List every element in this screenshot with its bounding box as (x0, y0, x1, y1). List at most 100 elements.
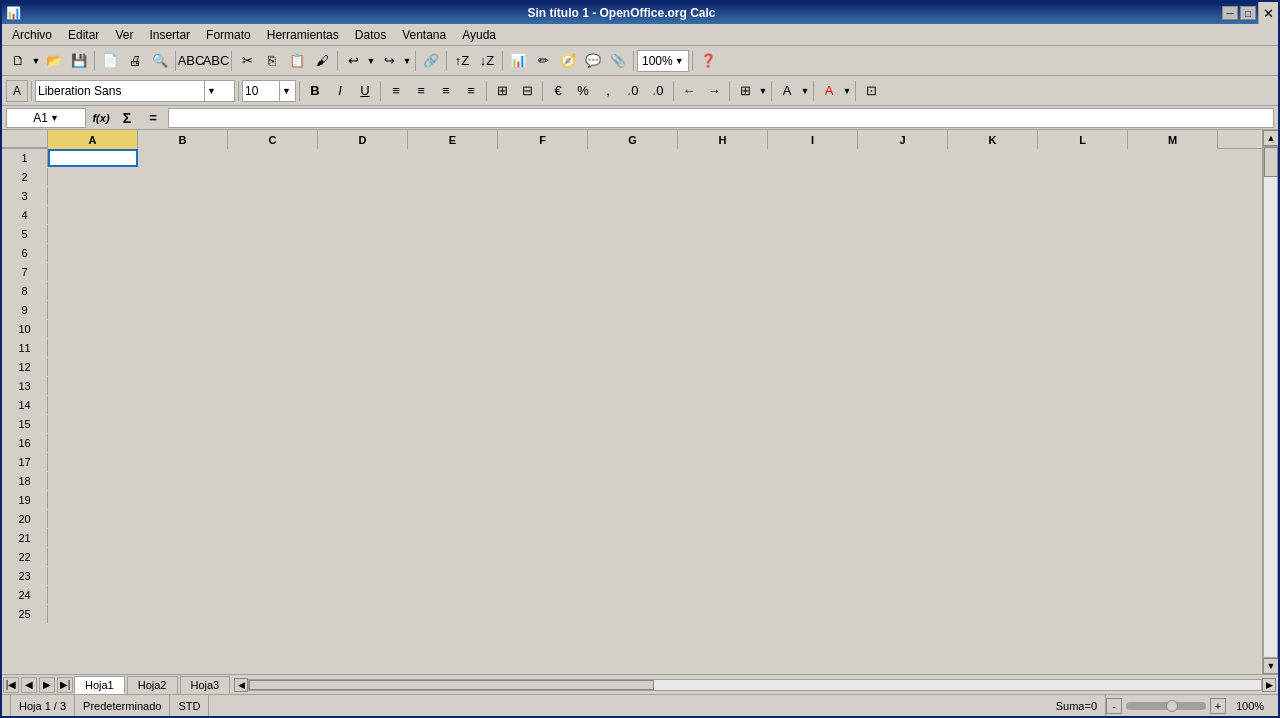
cell-F8[interactable] (498, 282, 588, 300)
cell-F15[interactable] (498, 415, 588, 433)
col-header-D[interactable]: D (318, 130, 408, 149)
cell-B23[interactable] (138, 567, 228, 585)
row-number-19[interactable]: 19 (2, 491, 48, 509)
pdf-button[interactable]: 📄 (98, 49, 122, 73)
cell-B19[interactable] (138, 491, 228, 509)
scroll-down-button[interactable]: ▼ (1263, 658, 1278, 674)
draw-button[interactable]: ✏ (531, 49, 555, 73)
cell-D24[interactable] (318, 586, 408, 604)
cell-L1[interactable] (1038, 149, 1128, 167)
align-right-button[interactable]: ≡ (434, 79, 458, 103)
cell-J6[interactable] (858, 244, 948, 262)
chart-button[interactable]: 📊 (506, 49, 530, 73)
zoom-in-button[interactable]: + (1210, 698, 1226, 714)
cell-C18[interactable] (228, 472, 318, 490)
cell-K1[interactable] (948, 149, 1038, 167)
cell-H19[interactable] (678, 491, 768, 509)
cell-C8[interactable] (228, 282, 318, 300)
cell-M12[interactable] (1128, 358, 1218, 376)
cell-M1[interactable] (1128, 149, 1218, 167)
cell-J23[interactable] (858, 567, 948, 585)
cell-B18[interactable] (138, 472, 228, 490)
cell-F24[interactable] (498, 586, 588, 604)
row-number-6[interactable]: 6 (2, 244, 48, 262)
cell-E1[interactable] (408, 149, 498, 167)
cell-F6[interactable] (498, 244, 588, 262)
cell-H25[interactable] (678, 605, 768, 623)
paste-button[interactable]: 📋 (285, 49, 309, 73)
cell-M24[interactable] (1128, 586, 1218, 604)
cell-E12[interactable] (408, 358, 498, 376)
copy-button[interactable]: ⎘ (260, 49, 284, 73)
more-button[interactable]: 📎 (606, 49, 630, 73)
cell-A3[interactable] (48, 187, 138, 205)
cell-A17[interactable] (48, 453, 138, 471)
note-button[interactable]: 💬 (581, 49, 605, 73)
justify-button[interactable]: ≡ (459, 79, 483, 103)
currency-button[interactable]: € (546, 79, 570, 103)
cell-J10[interactable] (858, 320, 948, 338)
cell-D19[interactable] (318, 491, 408, 509)
cell-G17[interactable] (588, 453, 678, 471)
cell-E3[interactable] (408, 187, 498, 205)
cell-K19[interactable] (948, 491, 1038, 509)
cell-L14[interactable] (1038, 396, 1128, 414)
thousands-button[interactable]: , (596, 79, 620, 103)
cell-K2[interactable] (948, 168, 1038, 186)
cell-C13[interactable] (228, 377, 318, 395)
row-number-22[interactable]: 22 (2, 548, 48, 566)
cell-E23[interactable] (408, 567, 498, 585)
cell-M6[interactable] (1128, 244, 1218, 262)
cell-B6[interactable] (138, 244, 228, 262)
align-left-button[interactable]: ≡ (384, 79, 408, 103)
cell-E2[interactable] (408, 168, 498, 186)
cell-K10[interactable] (948, 320, 1038, 338)
cell-G23[interactable] (588, 567, 678, 585)
autocorrect-button[interactable]: ABC (204, 49, 228, 73)
col-header-A[interactable]: A (48, 130, 138, 149)
cut-button[interactable]: ✂ (235, 49, 259, 73)
cell-F25[interactable] (498, 605, 588, 623)
cell-L22[interactable] (1038, 548, 1128, 566)
font-input[interactable] (36, 84, 204, 98)
cell-M5[interactable] (1128, 225, 1218, 243)
cell-K25[interactable] (948, 605, 1038, 623)
cell-G25[interactable] (588, 605, 678, 623)
cell-A19[interactable] (48, 491, 138, 509)
cell-F13[interactable] (498, 377, 588, 395)
size-input[interactable] (243, 84, 279, 98)
cell-L4[interactable] (1038, 206, 1128, 224)
zoom-out-button[interactable]: - (1106, 698, 1122, 714)
cell-G1[interactable] (588, 149, 678, 167)
cell-K13[interactable] (948, 377, 1038, 395)
cell-J21[interactable] (858, 529, 948, 547)
cell-H6[interactable] (678, 244, 768, 262)
cell-I6[interactable] (768, 244, 858, 262)
cell-I3[interactable] (768, 187, 858, 205)
cell-A4[interactable] (48, 206, 138, 224)
sheet-tab-hoja2[interactable]: Hoja2 (127, 676, 178, 694)
cell-C19[interactable] (228, 491, 318, 509)
cell-C5[interactable] (228, 225, 318, 243)
cell-K11[interactable] (948, 339, 1038, 357)
cell-C14[interactable] (228, 396, 318, 414)
menu-ventana[interactable]: Ventana (394, 25, 454, 45)
cell-L9[interactable] (1038, 301, 1128, 319)
cell-K21[interactable] (948, 529, 1038, 547)
cell-D17[interactable] (318, 453, 408, 471)
minimize-button[interactable]: ─ (1222, 6, 1238, 20)
cell-H24[interactable] (678, 586, 768, 604)
row-number-15[interactable]: 15 (2, 415, 48, 433)
cell-L19[interactable] (1038, 491, 1128, 509)
cell-J14[interactable] (858, 396, 948, 414)
cell-J1[interactable] (858, 149, 948, 167)
cell-B12[interactable] (138, 358, 228, 376)
help-button[interactable]: ❓ (696, 49, 720, 73)
cell-H14[interactable] (678, 396, 768, 414)
font-selector[interactable]: ▼ (35, 80, 235, 102)
cell-H17[interactable] (678, 453, 768, 471)
formula-input[interactable] (168, 108, 1274, 128)
cell-E7[interactable] (408, 263, 498, 281)
cell-A21[interactable] (48, 529, 138, 547)
cell-ref-dropdown[interactable]: ▼ (50, 113, 59, 123)
